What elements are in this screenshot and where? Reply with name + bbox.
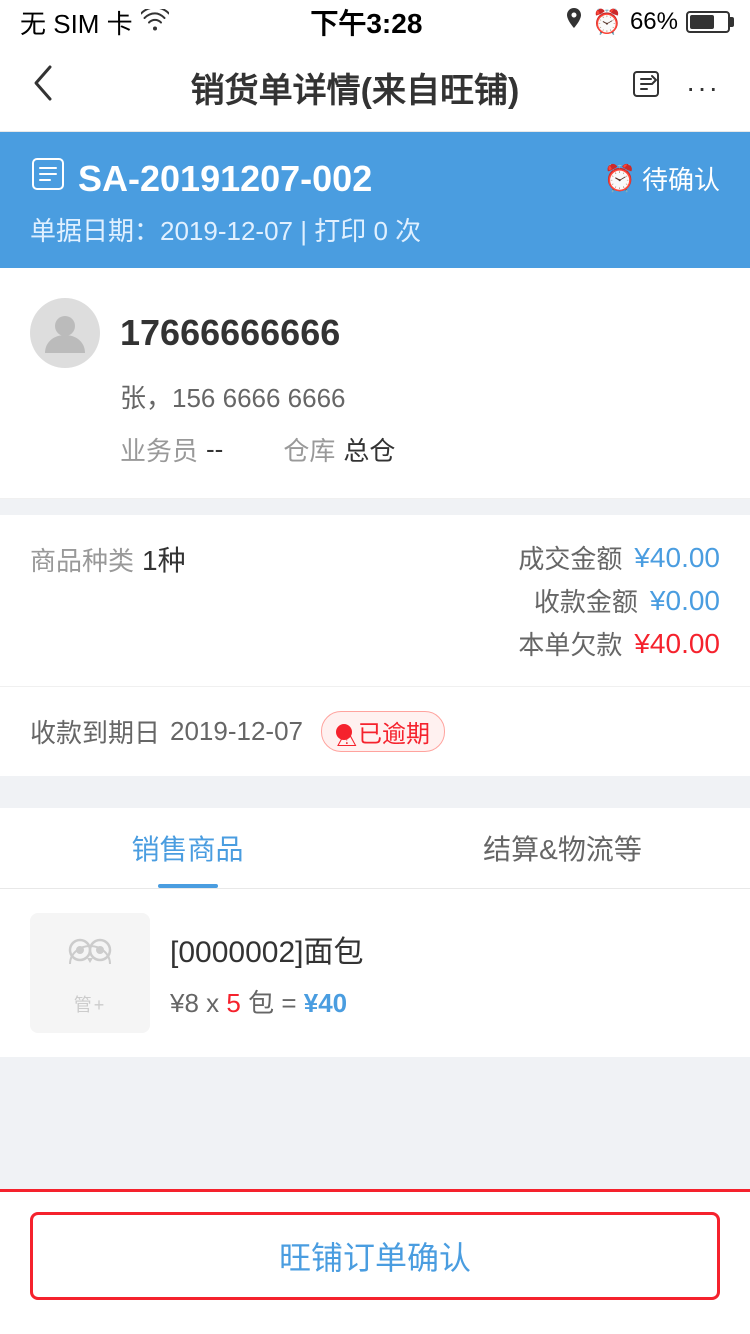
product-type-value: 1种 xyxy=(142,539,186,579)
warehouse-label: 仓库 xyxy=(283,431,335,468)
divider-1 xyxy=(0,499,750,515)
clock-icon: ⏰ xyxy=(604,163,636,194)
product-thumbnail: 管+ xyxy=(30,913,150,1033)
price-multiply: x xyxy=(206,988,226,1018)
customer-card: 17666666666 张，156 6666 6666 业务员 -- 仓库 总仓 xyxy=(0,268,750,499)
amount-summary: 成交金额 ¥40.00 收款金额 ¥0.00 本单欠款 ¥40.00 xyxy=(518,539,720,662)
product-section: 管+ [0000002]面包 ¥8 x 5 包 = ¥40 xyxy=(0,889,750,1057)
product-price-row: ¥8 x 5 包 = ¥40 xyxy=(170,983,720,1020)
order-print: 打印 0 次 xyxy=(314,216,421,246)
product-type: 商品种类 1种 xyxy=(30,539,186,579)
order-banner: SA-20191207-002 ⏰ 待确认 单据日期：2019-12-07 | … xyxy=(0,132,750,268)
status-bar: 无 SIM 卡 下午3:28 ⏰ 66% xyxy=(0,0,750,44)
battery-icon xyxy=(686,11,730,33)
order-id: SA-20191207-002 xyxy=(30,156,372,201)
tab-bar: 销售商品 结算&物流等 xyxy=(0,808,750,889)
due-date-card: 收款到期日 2019-12-07 ⚠ 已逾期 xyxy=(0,687,750,776)
product-unit-price: ¥8 xyxy=(170,988,199,1018)
product-qty: 5 xyxy=(226,988,240,1018)
share-icon[interactable] xyxy=(630,68,662,108)
overdue-text: 已逾期 xyxy=(358,714,430,749)
salesperson-item: 业务员 -- xyxy=(120,431,223,468)
customer-top: 17666666666 xyxy=(30,298,720,368)
price-equals: = xyxy=(281,988,303,1018)
amount-value-1: ¥0.00 xyxy=(650,585,720,617)
divider-2 xyxy=(0,776,750,792)
due-date-value: 2019-12-07 xyxy=(170,716,303,747)
salesperson-label: 业务员 xyxy=(120,431,198,468)
amount-row-2: 本单欠款 ¥40.00 xyxy=(518,625,720,662)
status-right: ⏰ 66% xyxy=(564,8,730,37)
overdue-dot-icon: ⚠ xyxy=(336,724,352,740)
order-icon xyxy=(30,156,66,201)
summary-row: 商品种类 1种 成交金额 ¥40.00 收款金额 ¥0.00 本单欠款 ¥40.… xyxy=(30,539,720,662)
tab-sales-products[interactable]: 销售商品 xyxy=(0,808,375,888)
battery-text: 66% xyxy=(630,8,678,36)
page-title: 销货单详情(来自旺铺) xyxy=(90,63,620,112)
alarm-icon: ⏰ xyxy=(592,8,622,37)
product-thumb-inner: 管+ xyxy=(60,930,120,1017)
product-title: 面包 xyxy=(303,936,363,969)
nav-bar: 销货单详情(来自旺铺) ··· xyxy=(0,44,750,132)
order-separator: | xyxy=(300,216,314,246)
carrier-text: 无 SIM 卡 xyxy=(20,4,133,41)
amount-row-0: 成交金额 ¥40.00 xyxy=(518,539,720,576)
customer-phone: 17666666666 xyxy=(120,312,340,354)
product-code: [0000002] xyxy=(170,936,303,969)
order-status: ⏰ 待确认 xyxy=(604,160,720,197)
tab-underline xyxy=(158,884,218,888)
tab-settlement-label: 结算&物流等 xyxy=(483,828,642,868)
order-status-text: 待确认 xyxy=(642,160,720,197)
product-unit: 包 xyxy=(248,988,274,1018)
avatar xyxy=(30,298,100,368)
location-icon xyxy=(564,8,584,37)
owl-icon xyxy=(60,930,120,989)
more-icon[interactable]: ··· xyxy=(686,72,720,104)
nav-actions: ··· xyxy=(620,68,720,108)
product-info: [0000002]面包 ¥8 x 5 包 = ¥40 xyxy=(170,927,720,1020)
tab-sales-label: 销售商品 xyxy=(131,828,243,868)
tab-settlement[interactable]: 结算&物流等 xyxy=(375,808,750,888)
product-item: 管+ [0000002]面包 ¥8 x 5 包 = ¥40 xyxy=(0,889,750,1057)
warehouse-item: 仓库 总仓 xyxy=(283,431,395,468)
due-date-label: 收款到期日 xyxy=(30,713,160,750)
customer-extra: 业务员 -- 仓库 总仓 xyxy=(120,431,720,468)
product-type-label: 商品种类 xyxy=(30,541,134,578)
product-total: ¥40 xyxy=(304,988,347,1018)
summary-card: 商品种类 1种 成交金额 ¥40.00 收款金额 ¥0.00 本单欠款 ¥40.… xyxy=(0,515,750,687)
overdue-badge: ⚠ 已逾期 xyxy=(321,711,445,752)
order-id-text: SA-20191207-002 xyxy=(78,158,372,200)
order-banner-top: SA-20191207-002 ⏰ 待确认 xyxy=(30,156,720,201)
salesperson-value: -- xyxy=(206,434,223,465)
status-time: 下午3:28 xyxy=(310,2,422,42)
bottom-bar: 旺铺订单确认 xyxy=(0,1189,750,1334)
product-name: [0000002]面包 xyxy=(170,927,720,971)
amount-value-2: ¥40.00 xyxy=(634,628,720,660)
back-button[interactable] xyxy=(30,63,90,112)
amount-label-1: 收款金额 xyxy=(534,582,638,619)
amount-label-0: 成交金额 xyxy=(518,539,622,576)
amount-label-2: 本单欠款 xyxy=(518,625,622,662)
status-carrier: 无 SIM 卡 xyxy=(20,4,169,41)
customer-name-phone: 张，156 6666 6666 xyxy=(120,378,720,415)
order-meta: 单据日期：2019-12-07 | 打印 0 次 xyxy=(30,211,720,248)
warehouse-value: 总仓 xyxy=(343,431,395,468)
confirm-order-button[interactable]: 旺铺订单确认 xyxy=(30,1212,720,1300)
order-date: 单据日期：2019-12-07 xyxy=(30,216,293,246)
amount-row-1: 收款金额 ¥0.00 xyxy=(534,582,720,619)
brand-plus: 管+ xyxy=(74,991,107,1017)
amount-value-0: ¥40.00 xyxy=(634,542,720,574)
wifi-icon xyxy=(141,7,169,38)
